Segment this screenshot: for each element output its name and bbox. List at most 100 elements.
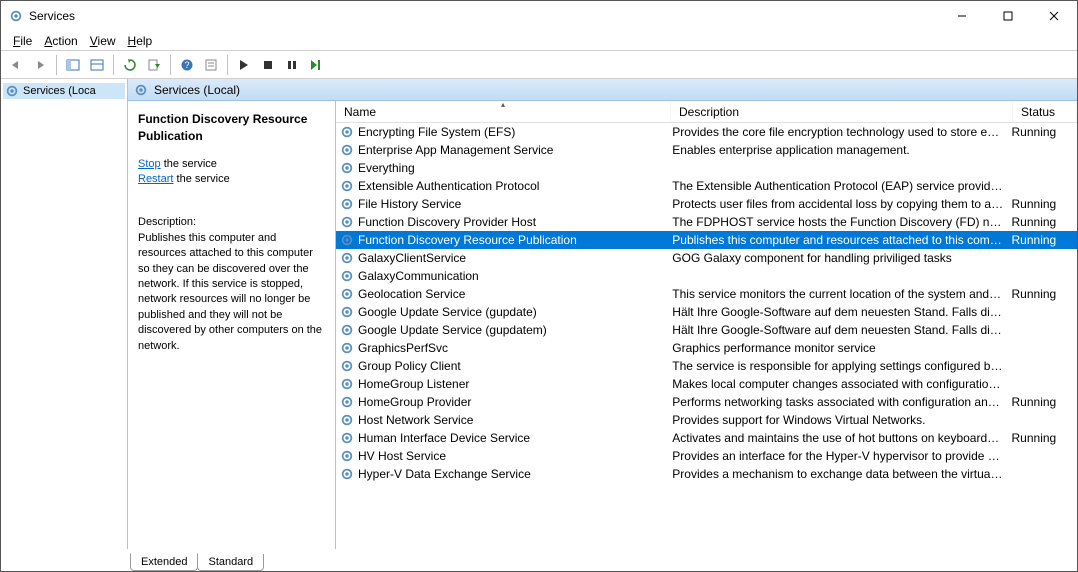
service-name: File History Service	[358, 197, 461, 211]
pause-service-button[interactable]	[281, 54, 303, 76]
service-description: Protects user files from accidental loss…	[668, 197, 1007, 211]
pane-header: Services (Local)	[128, 79, 1077, 101]
back-button[interactable]	[5, 54, 27, 76]
service-name: Geolocation Service	[358, 287, 465, 301]
navigation-tree[interactable]: Services (Loca	[1, 79, 128, 549]
menu-view[interactable]: View	[84, 32, 122, 50]
description-text: Publishes this computer and resources at…	[138, 231, 325, 354]
gear-icon	[340, 431, 354, 445]
close-button[interactable]	[1031, 1, 1077, 31]
selected-service-name: Function Discovery Resource Publication	[138, 111, 325, 145]
menu-action[interactable]: Action	[38, 32, 83, 50]
title-bar: Services	[1, 1, 1077, 31]
pane-title: Services (Local)	[154, 83, 240, 97]
service-row[interactable]: Geolocation Service This service monitors…	[336, 285, 1077, 303]
start-service-button[interactable]	[233, 54, 255, 76]
svg-text:?: ?	[184, 60, 189, 70]
sort-ascending-icon: ▴	[501, 100, 505, 109]
tree-item-services-local[interactable]: Services (Loca	[3, 83, 125, 99]
detail-panel: Function Discovery Resource Publication …	[128, 101, 336, 549]
toolbar: ?	[1, 51, 1077, 79]
restart-service-button[interactable]	[305, 54, 327, 76]
service-name: Human Interface Device Service	[358, 431, 530, 445]
service-description: GOG Galaxy component for handling privil…	[668, 251, 1007, 265]
gear-icon	[340, 395, 354, 409]
service-row[interactable]: Function Discovery Resource Publication P…	[336, 231, 1077, 249]
gear-icon	[340, 197, 354, 211]
service-status: Running	[1008, 233, 1077, 247]
gear-icon	[9, 9, 23, 23]
minimize-button[interactable]	[939, 1, 985, 31]
gear-icon	[340, 161, 354, 175]
properties-button[interactable]	[200, 54, 222, 76]
service-description: Hält Ihre Google-Software auf dem neuest…	[668, 323, 1007, 337]
menu-help[interactable]: Help	[122, 32, 159, 50]
service-row[interactable]: HomeGroup ListenerMakes local computer c…	[336, 375, 1077, 393]
maximize-button[interactable]	[985, 1, 1031, 31]
service-description: Provides support for Windows Virtual Net…	[668, 413, 1007, 427]
service-description: Performs networking tasks associated wit…	[668, 395, 1007, 409]
service-row[interactable]: Hyper-V Data Exchange Service Provides a …	[336, 465, 1077, 483]
service-row[interactable]: GalaxyCommunication	[336, 267, 1077, 285]
service-name: Encrypting File System (EFS)	[358, 125, 515, 139]
service-status: Running	[1008, 197, 1077, 211]
service-row[interactable]: HomeGroup ProviderPerforms networking ta…	[336, 393, 1077, 411]
service-row[interactable]: Host Network ServiceProvides support for…	[336, 411, 1077, 429]
service-name: Group Policy Client	[358, 359, 461, 373]
column-status[interactable]: Status	[1013, 101, 1077, 122]
column-name[interactable]: Name ▴	[336, 101, 671, 122]
forward-button[interactable]	[29, 54, 51, 76]
description-label: Description:	[138, 215, 325, 230]
column-description[interactable]: Description	[671, 101, 1013, 122]
service-description: Publishes this computer and resources at…	[668, 233, 1007, 247]
gear-icon	[340, 359, 354, 373]
service-row[interactable]: Enterprise App Management ServiceEnables…	[336, 141, 1077, 159]
service-description: The service is responsible for applying …	[668, 359, 1007, 373]
gear-icon	[340, 287, 354, 301]
service-row[interactable]: Extensible Authentication ProtocolThe Ex…	[336, 177, 1077, 195]
gear-icon	[340, 449, 354, 463]
service-row[interactable]: Group Policy Client The service is respon…	[336, 357, 1077, 375]
service-row[interactable]: File History Service Protects user files …	[336, 195, 1077, 213]
service-name: Extensible Authentication Protocol	[358, 179, 539, 193]
refresh-button[interactable]	[119, 54, 141, 76]
toolbar-separator	[113, 55, 114, 75]
help-button[interactable]: ?	[176, 54, 198, 76]
show-hide-tree-button[interactable]	[62, 54, 84, 76]
stop-service-link[interactable]: Stop	[138, 158, 161, 170]
service-row[interactable]: Google Update Service (gupdatem)Hält Ihr…	[336, 321, 1077, 339]
gear-icon	[340, 377, 354, 391]
service-description: Provides a mechanism to exchange data be…	[668, 467, 1007, 481]
gear-icon	[340, 125, 354, 139]
service-description: Enables enterprise application managemen…	[668, 143, 1007, 157]
service-name: GraphicsPerfSvc	[358, 341, 448, 355]
service-name: Function Discovery Resource Publication	[358, 233, 577, 247]
tab-standard[interactable]: Standard	[197, 554, 264, 571]
service-row[interactable]: GalaxyClientServiceGOG Galaxy component …	[336, 249, 1077, 267]
service-name: Hyper-V Data Exchange Service	[358, 467, 531, 481]
gear-icon	[340, 251, 354, 265]
service-description: Graphics performance monitor service	[668, 341, 1007, 355]
service-row[interactable]: Everything	[336, 159, 1077, 177]
service-description: Makes local computer changes associated …	[668, 377, 1007, 391]
gear-icon	[340, 323, 354, 337]
service-row[interactable]: Encrypting File System (EFS) Provides the…	[336, 123, 1077, 141]
gear-icon	[134, 83, 148, 97]
rows-container[interactable]: Encrypting File System (EFS) Provides the…	[336, 123, 1077, 549]
toolbar-separator	[170, 55, 171, 75]
export-list-button[interactable]	[143, 54, 165, 76]
menu-file[interactable]: File	[7, 32, 38, 50]
service-row[interactable]: Human Interface Device ServiceActivates …	[336, 429, 1077, 447]
service-row[interactable]: HV Host ServiceProvides an interface for…	[336, 447, 1077, 465]
details-pane-button[interactable]	[86, 54, 108, 76]
service-description: Provides the core file encryption techno…	[668, 125, 1007, 139]
service-row[interactable]: GraphicsPerfSvc Graphics performance moni…	[336, 339, 1077, 357]
restart-service-link[interactable]: Restart	[138, 173, 173, 185]
service-row[interactable]: Function Discovery Provider HostThe FDPH…	[336, 213, 1077, 231]
stop-service-button[interactable]	[257, 54, 279, 76]
tab-extended[interactable]: Extended	[130, 553, 198, 571]
restart-service-line: Restart the service	[138, 172, 325, 187]
service-description: This service monitors the current locati…	[668, 287, 1007, 301]
gear-icon	[340, 467, 354, 481]
service-row[interactable]: Google Update Service (gupdate)Hält Ihre…	[336, 303, 1077, 321]
